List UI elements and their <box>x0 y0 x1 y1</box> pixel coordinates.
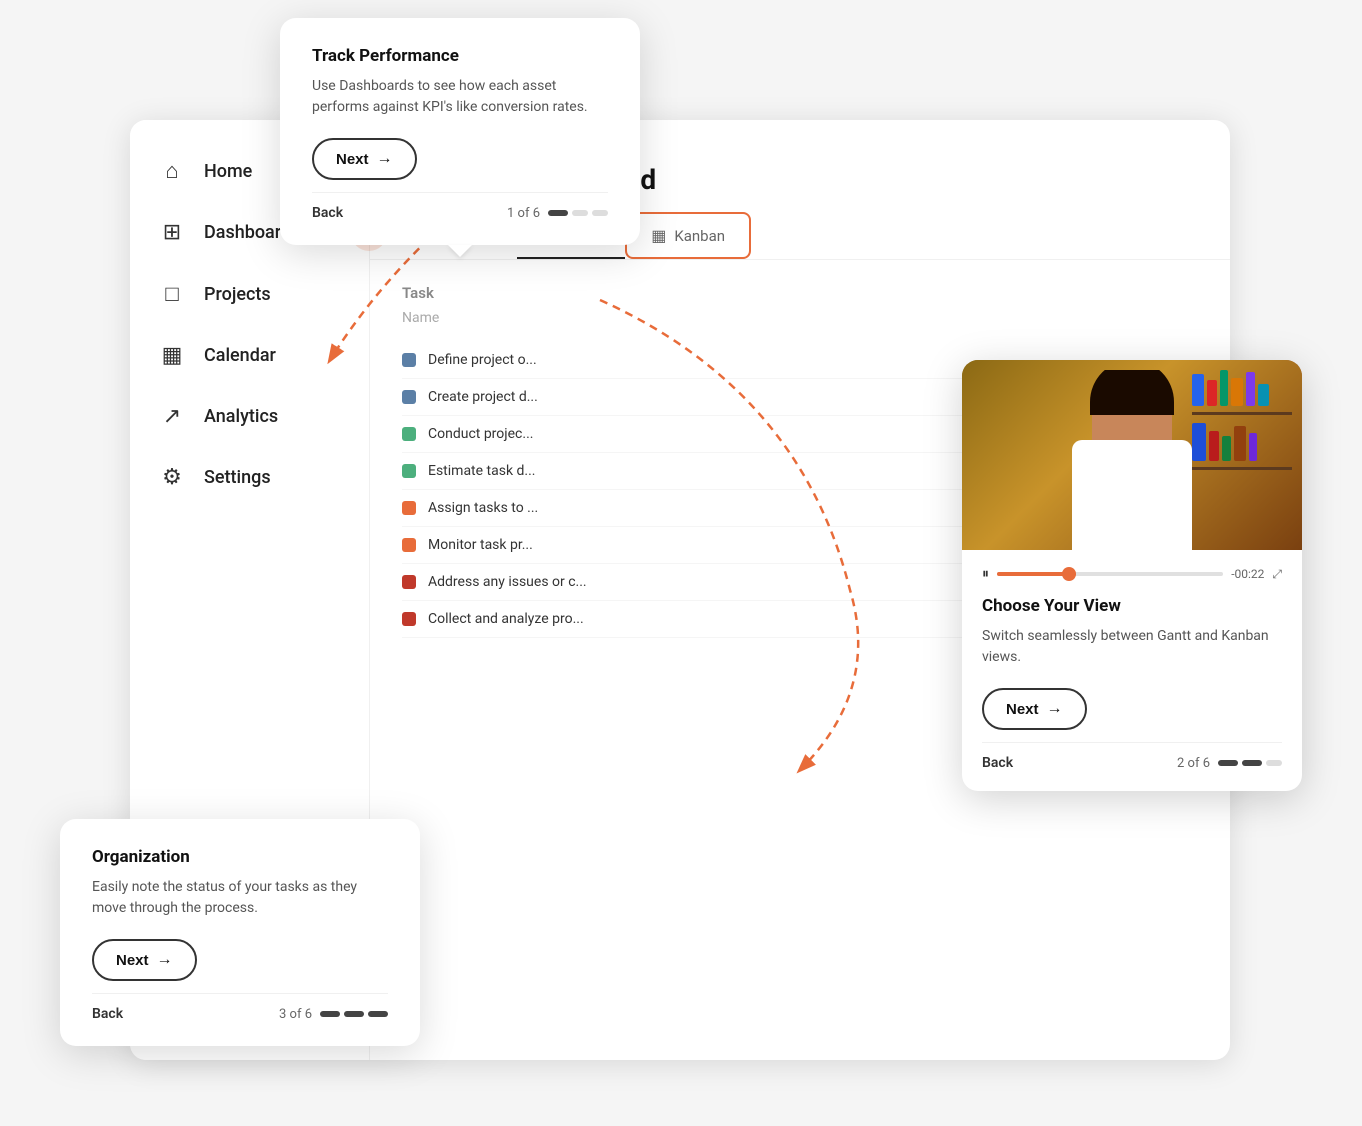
projects-icon: □ <box>158 281 186 307</box>
progress-text: 1 of 6 <box>507 206 540 221</box>
progress-dots <box>1218 760 1282 766</box>
dot-3 <box>1266 760 1282 766</box>
dot-2 <box>572 210 588 216</box>
dot-3 <box>368 1011 388 1017</box>
home-icon: ⌂ <box>158 158 186 184</box>
settings-icon: ⚙ <box>158 465 186 490</box>
card-track-next-button[interactable]: Next → <box>312 138 417 180</box>
card-track-title: Track Performance <box>312 46 608 66</box>
sidebar-item-projects[interactable]: □ Projects <box>130 263 369 325</box>
dot-1 <box>1218 760 1238 766</box>
card-view-desc: Switch seamlessly between Gantt and Kanb… <box>982 626 1282 668</box>
task-dot <box>402 538 416 552</box>
next-label: Next <box>1006 701 1039 718</box>
task-dot <box>402 353 416 367</box>
card-view-progress: 2 of 6 <box>1177 756 1282 771</box>
tab-kanban[interactable]: ▦ Kanban <box>625 212 751 259</box>
task-header: Task <box>402 284 1198 302</box>
card-track-performance: Track Performance Use Dashboards to see … <box>280 18 640 245</box>
video-controls: ⏸ -00:22 ⤢ <box>982 566 1282 582</box>
task-name: Assign tasks to ... <box>428 500 538 516</box>
kanban-icon: ▦ <box>651 226 666 245</box>
sidebar-label-settings: Settings <box>204 467 271 488</box>
dot-3 <box>592 210 608 216</box>
sidebar-label-home: Home <box>204 161 252 182</box>
task-name: Address any issues or c... <box>428 574 587 590</box>
expand-icon[interactable]: ⤢ <box>1272 567 1282 582</box>
sidebar-label-analytics: Analytics <box>204 406 278 427</box>
sidebar-label-dashboard: Dashboard <box>204 222 291 243</box>
card-view-next-button[interactable]: Next → <box>982 688 1087 730</box>
card-track-desc: Use Dashboards to see how each asset per… <box>312 76 608 118</box>
next-label: Next <box>116 952 149 969</box>
card-org-back-button[interactable]: Back <box>92 1006 123 1022</box>
next-arrow-icon: → <box>377 150 393 168</box>
next-arrow-icon: → <box>157 951 173 969</box>
sidebar-item-calendar[interactable]: ▦ Calendar <box>130 325 369 386</box>
dot-2 <box>1242 760 1262 766</box>
card-track-back-button[interactable]: Back <box>312 205 343 221</box>
progress-dots <box>548 210 608 216</box>
sidebar-item-settings[interactable]: ⚙ Settings <box>130 447 369 508</box>
task-dot <box>402 575 416 589</box>
next-arrow-icon: → <box>1047 700 1063 718</box>
card-org-next-button[interactable]: Next → <box>92 939 197 981</box>
analytics-icon: ↗ <box>158 404 186 429</box>
sidebar-label-calendar: Calendar <box>204 345 276 366</box>
task-name: Estimate task d... <box>428 463 536 479</box>
task-subheader: Name <box>402 310 1198 326</box>
card-view-image <box>962 360 1302 550</box>
card-view-back-button[interactable]: Back <box>982 755 1013 771</box>
next-label: Next <box>336 151 369 168</box>
tab-kanban-label: Kanban <box>674 227 725 245</box>
card-view-body: ⏸ -00:22 ⤢ Choose Your View Switch seaml… <box>962 550 1302 791</box>
video-progress-bar[interactable] <box>997 572 1223 576</box>
video-time: -00:22 <box>1231 567 1264 581</box>
task-name: Conduct projec... <box>428 426 533 442</box>
card-organization: Organization Easily note the status of y… <box>60 819 420 1046</box>
card-track-progress: 1 of 6 <box>507 206 608 221</box>
dot-1 <box>548 210 568 216</box>
dot-1 <box>320 1011 340 1017</box>
task-name: Create project d... <box>428 389 538 405</box>
task-dot <box>402 501 416 515</box>
card-org-title: Organization <box>92 847 388 867</box>
task-name: Collect and analyze pro... <box>428 611 584 627</box>
task-name: Define project o... <box>428 352 537 368</box>
task-name: Monitor task pr... <box>428 537 533 553</box>
dashboard-icon: ⊞ <box>158 220 186 245</box>
progress-text: 2 of 6 <box>1177 756 1210 771</box>
sidebar-label-projects: Projects <box>204 284 271 305</box>
task-dot <box>402 427 416 441</box>
card-choose-view: ⏸ -00:22 ⤢ Choose Your View Switch seaml… <box>962 360 1302 791</box>
progress-text: 3 of 6 <box>279 1007 312 1022</box>
calendar-icon: ▦ <box>158 343 186 368</box>
video-thumb <box>1062 567 1076 581</box>
sidebar-item-analytics[interactable]: ↗ Analytics <box>130 386 369 447</box>
task-dot <box>402 390 416 404</box>
progress-dots <box>320 1011 388 1017</box>
task-dot <box>402 464 416 478</box>
video-pause-icon[interactable]: ⏸ <box>982 566 989 582</box>
card-view-title: Choose Your View <box>982 596 1282 616</box>
task-dot <box>402 612 416 626</box>
card-org-progress: 3 of 6 <box>279 1007 388 1022</box>
card-org-desc: Easily note the status of your tasks as … <box>92 877 388 919</box>
dot-2 <box>344 1011 364 1017</box>
